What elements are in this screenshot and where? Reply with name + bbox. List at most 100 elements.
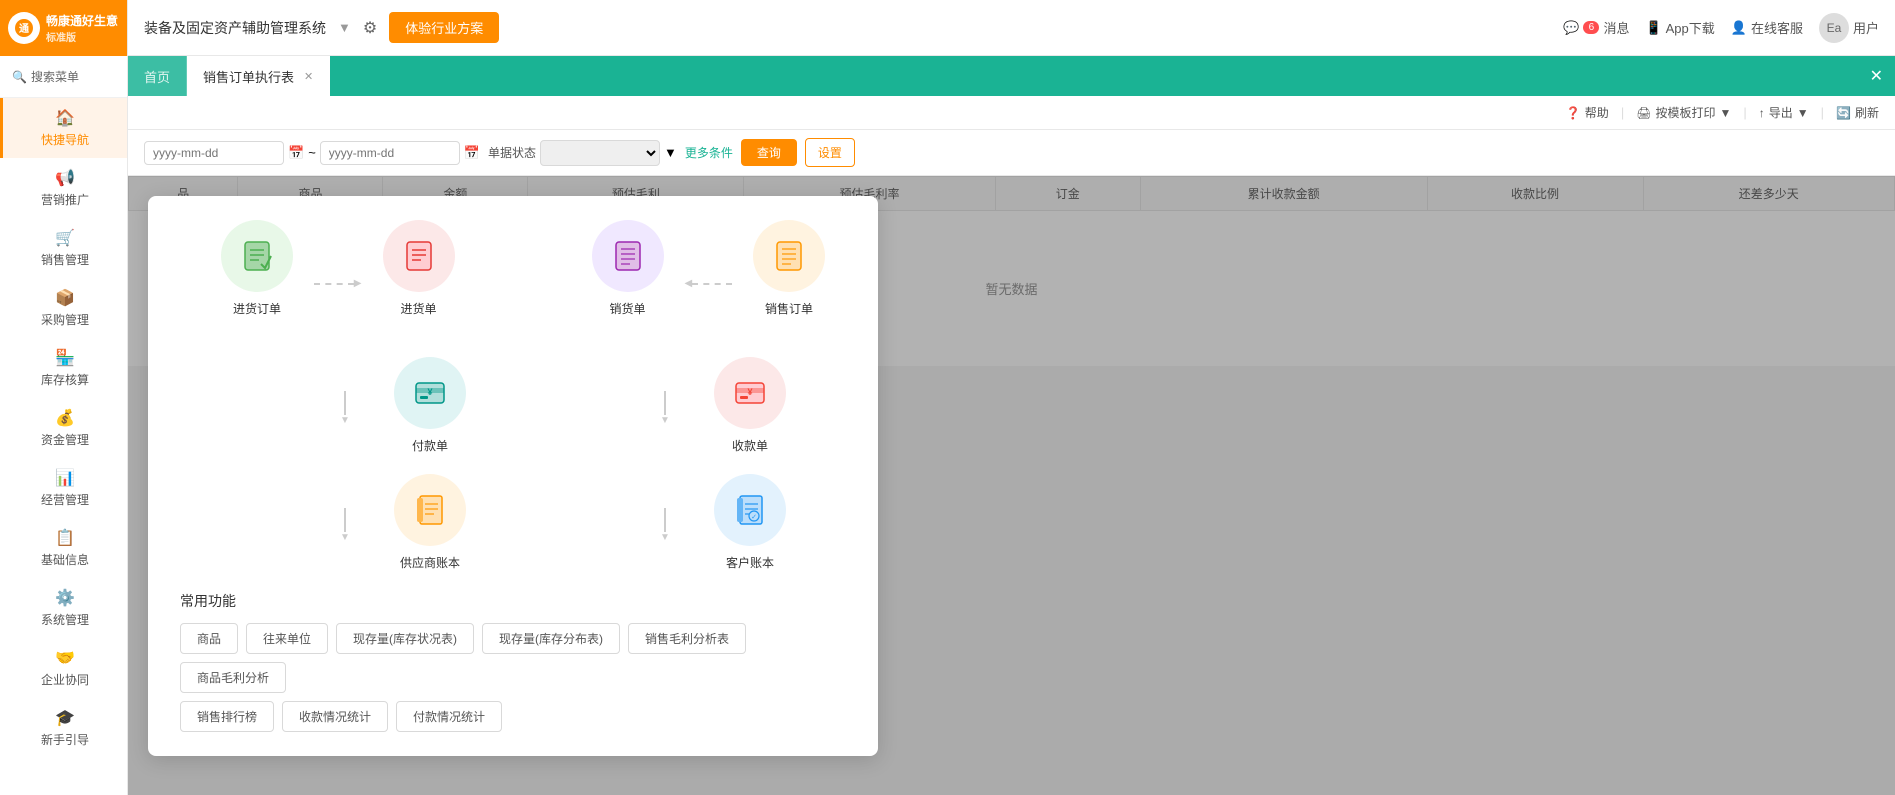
purchase-icon: 📦 [55,288,75,308]
func-btn-sales-profit[interactable]: 销售毛利分析表 [628,623,746,654]
refresh-btn[interactable]: 🔄 刷新 [1836,104,1879,121]
func-btn-sales-rank[interactable]: 销售排行榜 [180,701,274,732]
refresh-label: 刷新 [1855,104,1879,121]
sidebar-item-label: 销售管理 [41,251,89,268]
dropdown-icon[interactable]: ▼ [338,20,351,35]
sidebar-item-enterprise[interactable]: 🤝 企业协同 [0,638,127,698]
svg-text:通: 通 [19,23,29,35]
message-btn[interactable]: 💬 6 消息 [1563,18,1629,37]
finance-icon: 💰 [55,408,75,428]
header-right: 💬 6 消息 📱 App下载 👤 在线客服 Ea 用户 [1563,13,1879,43]
supplier-ledger-label: 供应商账本 [400,554,460,571]
marketing-icon: 📢 [55,168,75,188]
flow-node-customer-ledger[interactable]: ✓ 客户账本 [690,474,810,571]
app-logo: 通 畅康通好生意 标准版 [0,0,127,56]
func-btn-goods-profit[interactable]: 商品毛利分析 [180,662,286,693]
inventory-icon: 🏪 [55,348,75,368]
modal-body: 进货订单 ▶ [148,196,878,756]
search-menu-btn[interactable]: 🔍 搜索菜单 [8,64,119,89]
sidebar-item-sales[interactable]: 🛒 销售管理 [0,218,127,278]
tab-close-btn[interactable]: ✕ [304,70,313,83]
search-menu-label: 搜索菜单 [31,68,79,85]
func-btn-stock-status[interactable]: 现存量(库存状况表) [336,623,474,654]
export-dropdown-icon: ▼ [1797,106,1809,120]
basic-icon: 📋 [55,528,75,548]
sidebar-item-quick-nav[interactable]: 🏠 快捷导航 [0,98,127,158]
receipt-icon: ¥ [714,357,786,429]
flow-node-sales-bill[interactable]: 销货单 [571,220,685,317]
sidebar-item-purchase[interactable]: 📦 采购管理 [0,278,127,338]
system-title: 装备及固定资产辅助管理系统 [144,18,326,38]
flow-node-purchase-bill[interactable]: 进货单 [362,220,476,317]
date-range-field: 📅 ~ 📅 [144,141,480,165]
date-end-input[interactable] [320,141,460,165]
flow-section: 进货订单 ▶ [180,220,846,571]
top-header: 装备及固定资产辅助管理系统 ▼ ⚙ 体验行业方案 💬 6 消息 📱 App下载 … [128,0,1895,56]
settings-btn[interactable]: 设置 [805,138,855,167]
sidebar-item-label: 采购管理 [41,311,89,328]
flow-node-sales-order[interactable]: 销售订单 [732,220,846,317]
date-start-input[interactable] [144,141,284,165]
sidebar-item-label: 经营管理 [41,491,89,508]
svg-text:✓: ✓ [751,514,757,521]
sidebar-item-finance[interactable]: 💰 资金管理 [0,398,127,458]
settings-icon[interactable]: ⚙ [363,18,377,38]
operation-icon: 📊 [55,468,75,488]
flow-node-supplier-ledger[interactable]: 供应商账本 [370,474,490,571]
func-btn-goods[interactable]: 商品 [180,623,238,654]
sidebar-item-label: 营销推广 [41,191,89,208]
user-menu[interactable]: Ea 用户 [1819,13,1879,43]
help-label: 帮助 [1585,104,1609,121]
query-btn[interactable]: 查询 [741,139,797,166]
sidebar-search[interactable]: 🔍 搜索菜单 [0,56,127,98]
sidebar-item-marketing[interactable]: 📢 营销推广 [0,158,127,218]
sidebar-item-operation[interactable]: 📊 经营管理 [0,458,127,518]
func-btn-payment-stats[interactable]: 付款情况统计 [396,701,502,732]
sidebar-item-label: 库存核算 [41,371,89,388]
message-icon: 💬 [1563,20,1579,36]
sales-order-label: 销售订单 [765,300,813,317]
sidebar-item-system[interactable]: ⚙️ 系统管理 [0,578,127,638]
sales-icon: 🛒 [55,228,75,248]
sidebar-item-inventory[interactable]: 🏪 库存核算 [0,338,127,398]
export-icon: ↑ [1759,106,1765,120]
flow-node-payment[interactable]: ¥ 付款单 [370,357,490,454]
app-download-btn[interactable]: 📱 App下载 [1645,18,1714,37]
sidebar-nav: 🏠 快捷导航 📢 营销推广 🛒 销售管理 📦 采购管理 🏪 库存核算 💰 [0,98,127,795]
sales-bill-label: 销货单 [609,300,645,317]
more-conditions-link[interactable]: 更多条件 [685,144,733,161]
tab-home[interactable]: 首页 [128,56,187,96]
customer-ledger-label: 客户账本 [726,554,774,571]
print-dropdown-icon: ▼ [1719,106,1731,120]
status-select[interactable] [540,140,660,166]
sidebar-item-basic[interactable]: 📋 基础信息 [0,518,127,578]
common-functions-title: 常用功能 [180,591,846,611]
template-print-btn[interactable]: 🖨 按模板打印 ▼ [1636,104,1731,121]
message-label: 消息 [1603,18,1629,37]
tab-spacer [330,56,1857,96]
func-btn-receipt-stats[interactable]: 收款情况统计 [282,701,388,732]
enterprise-icon: 🤝 [55,648,75,668]
help-icon: ❓ [1566,106,1581,120]
flow-node-purchase-order[interactable]: 进货订单 [200,220,314,317]
try-btn[interactable]: 体验行业方案 [389,12,499,43]
close-all-tabs-btn[interactable]: ✕ [1858,56,1895,96]
func-btn-partner[interactable]: 往来单位 [246,623,328,654]
help-btn[interactable]: ❓ 帮助 [1566,104,1609,121]
sales-bill-icon [592,220,664,292]
supplier-ledger-icon [394,474,466,546]
export-btn[interactable]: ↑ 导出 ▼ [1759,104,1809,121]
divider2: | [1743,105,1746,120]
date-separator: ~ [308,145,316,160]
tab-sales-order-exec[interactable]: 销售订单执行表 ✕ [187,56,330,96]
more-conditions-label: 更多条件 [685,144,733,161]
content-area: 品 商品 金额 预估毛利 预估毛利率 订金 累计收款金额 收款比例 还差多少天 [128,176,1895,795]
divider1: | [1621,105,1624,120]
calendar-icon2: 📅 [464,145,480,161]
online-service-btn[interactable]: 👤 在线客服 [1731,18,1803,37]
message-badge: 6 [1583,21,1599,34]
func-btn-stock-dist[interactable]: 现存量(库存分布表) [482,623,620,654]
sidebar-item-newbie[interactable]: 🎓 新手引导 [0,698,127,758]
purchase-order-label: 进货订单 [233,300,281,317]
flow-node-receipt[interactable]: ¥ 收款单 [690,357,810,454]
